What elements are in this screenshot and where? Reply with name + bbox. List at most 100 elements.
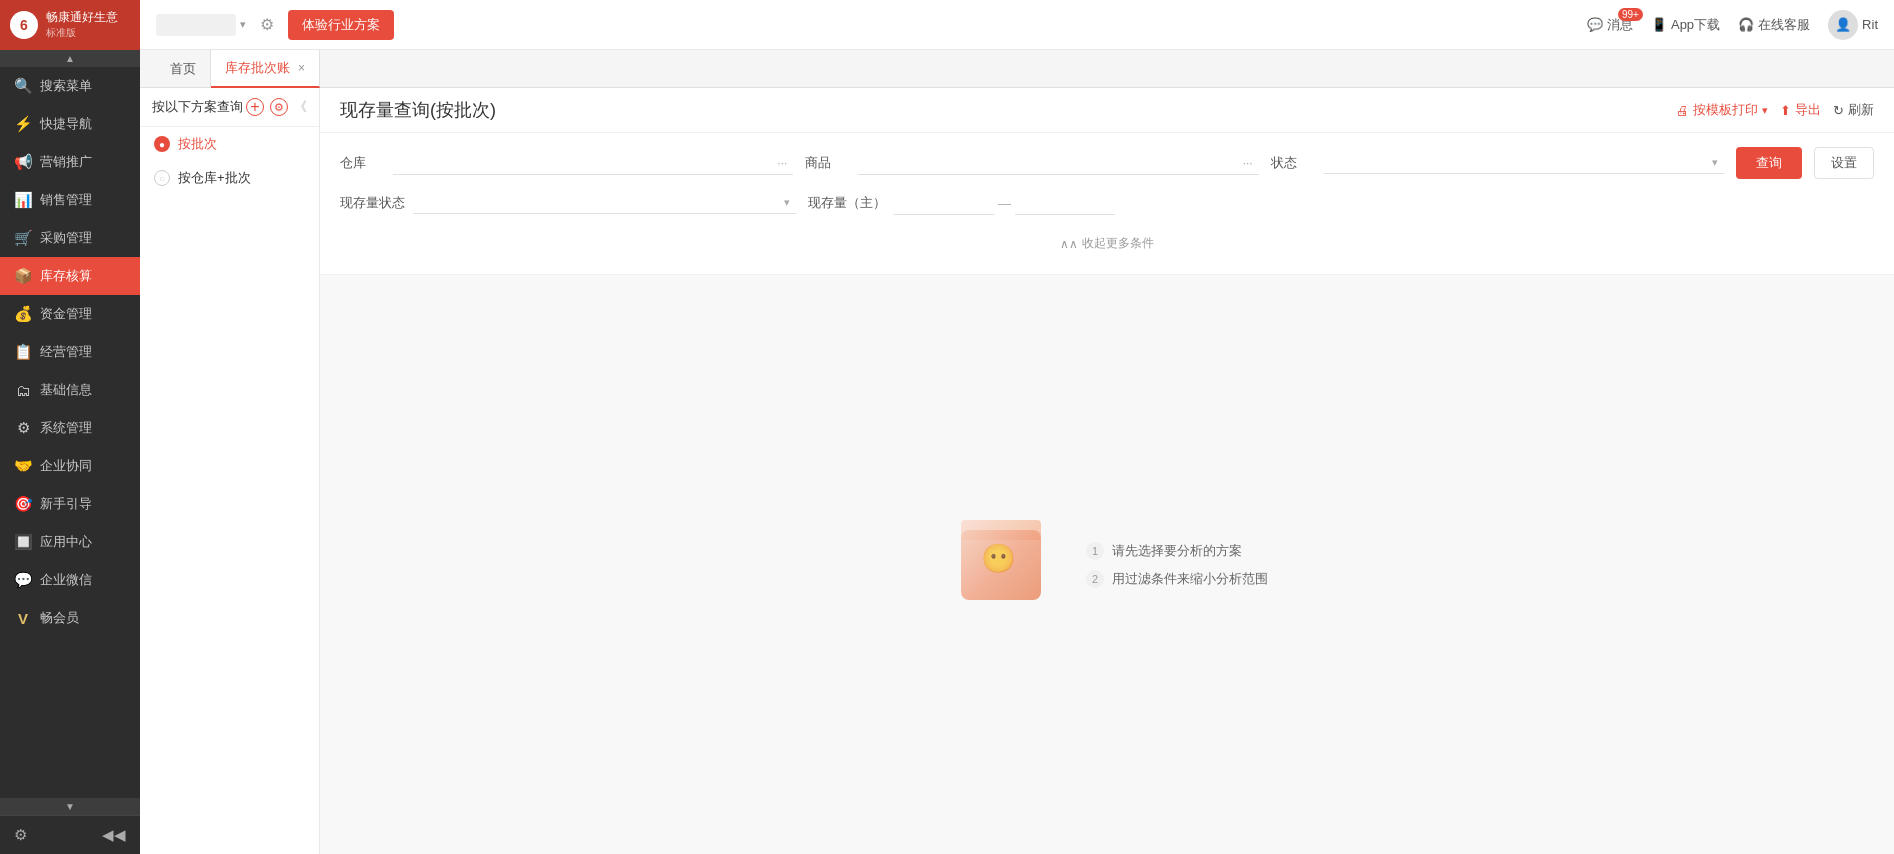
status-label: 状态	[1271, 154, 1316, 172]
scheme-dot-inactive: ○	[154, 170, 170, 186]
online-service-btn[interactable]: 🎧 在线客服	[1738, 16, 1810, 34]
scheme-label-warehouse-batch: 按仓库+批次	[178, 169, 251, 187]
empty-state: 😶 1 请先选择要分析的方案 2 用过滤条件来缩小分析范围	[320, 275, 1894, 854]
topbar-gear-icon[interactable]: ⚙	[256, 11, 278, 38]
sidebar-scroll-down[interactable]: ▼	[0, 798, 140, 815]
refresh-btn[interactable]: ↻ 刷新	[1833, 101, 1874, 119]
target-icon: 🎯	[14, 495, 32, 513]
sidebar-item-finance[interactable]: 💰 资金管理	[0, 295, 140, 333]
app-download-label: App下载	[1671, 16, 1720, 34]
sidebar-item-appstore[interactable]: 🔲 应用中心	[0, 523, 140, 561]
sidebar-item-quick-nav[interactable]: ⚡ 快捷导航	[0, 105, 140, 143]
sidebar-item-sales[interactable]: 📊 销售管理	[0, 181, 140, 219]
goods-more-icon[interactable]: ···	[1243, 156, 1253, 170]
sidebar-item-basic[interactable]: 🗂 基础信息	[0, 371, 140, 409]
sidebar-item-label: 系统管理	[40, 419, 92, 437]
folder-icon: 🗂	[14, 381, 32, 399]
topbar: ▾ ⚙ 体验行业方案 💬 消息 99+ 📱 App下载 🎧 在线客服 👤	[140, 0, 1894, 50]
goods-input[interactable]	[864, 155, 1242, 170]
scheme-dot-active: ●	[154, 136, 170, 152]
query-btn[interactable]: 查询	[1736, 147, 1802, 179]
user-avatar-btn[interactable]: 👤 Rit	[1828, 10, 1878, 40]
tab-home[interactable]: 首页	[156, 50, 211, 88]
filter-status: 状态 ▾	[1271, 152, 1724, 174]
export-btn[interactable]: ⬆ 导出	[1780, 101, 1821, 119]
settings-scheme-icon[interactable]: ⚙	[270, 98, 288, 116]
topbar-dropdown-icon[interactable]: ▾	[240, 18, 246, 31]
sidebar-item-member[interactable]: V 畅会员	[0, 599, 140, 637]
sidebar-item-label: 新手引导	[40, 495, 92, 513]
add-scheme-icon[interactable]: +	[246, 98, 264, 116]
goods-input-wrapper: ···	[858, 151, 1258, 175]
empty-tips: 1 请先选择要分析的方案 2 用过滤条件来缩小分析范围	[1086, 542, 1268, 588]
goods-label: 商品	[805, 154, 850, 172]
tip-number-2: 2	[1086, 570, 1104, 588]
filter-area: 仓库 ··· 商品 ···	[320, 133, 1894, 275]
headset-icon: 🎧	[1738, 17, 1754, 32]
warehouse-input[interactable]	[399, 155, 777, 170]
collapse-more-btn[interactable]: ∧∧ 收起更多条件	[340, 227, 1874, 260]
app-download-btn[interactable]: 📱 App下载	[1651, 16, 1720, 34]
page-header-actions: 🖨 按模板打印 ▾ ⬆ 导出 ↻ 刷新	[1676, 101, 1874, 119]
print-label: 按模板打印	[1693, 101, 1758, 119]
app-name: 畅康通好生意	[46, 10, 118, 26]
sidebar-item-system[interactable]: ⚙ 系统管理	[0, 409, 140, 447]
sidebar-item-marketing[interactable]: 📢 营销推广	[0, 143, 140, 181]
topbar-search-input[interactable]	[156, 14, 236, 36]
stock-amount-to-input[interactable]	[1015, 191, 1115, 215]
sidebar-item-enterprise[interactable]: 🤝 企业协同	[0, 447, 140, 485]
export-label: 导出	[1795, 101, 1821, 119]
sidebar-item-operation[interactable]: 📋 经营管理	[0, 333, 140, 371]
clipboard-icon: 📋	[14, 343, 32, 361]
sidebar-item-label: 库存核算	[40, 267, 92, 285]
message-icon: 💬	[1587, 17, 1603, 32]
sidebar-item-label: 基础信息	[40, 381, 92, 399]
sidebar-item-label: 畅会员	[40, 609, 79, 627]
collapse-sidebar-icon[interactable]: ◀◀	[102, 826, 126, 844]
tab-inventory-batch[interactable]: 库存批次账 ×	[211, 50, 320, 88]
content-area: 按以下方案查询 + ⚙ 《 ● 按批次 ○ 按仓库+批次 现存量查询(按批次)	[140, 88, 1894, 854]
warehouse-more-icon[interactable]: ···	[777, 156, 787, 170]
sidebar-item-label: 资金管理	[40, 305, 92, 323]
sidebar-item-label: 销售管理	[40, 191, 92, 209]
message-btn[interactable]: 💬 消息 99+	[1587, 16, 1633, 34]
settings-filter-btn[interactable]: 设置	[1814, 147, 1874, 179]
money-icon: 💰	[14, 305, 32, 323]
stock-status-select[interactable]: ▾	[413, 192, 796, 214]
print-btn[interactable]: 🖨 按模板打印 ▾	[1676, 101, 1768, 119]
box-face-icon: 😶	[981, 542, 1016, 575]
sidebar-item-wechat[interactable]: 💬 企业微信	[0, 561, 140, 599]
search-icon: 🔍	[14, 77, 32, 95]
sidebar-item-purchase[interactable]: 🛒 采购管理	[0, 219, 140, 257]
grid-icon: 🔲	[14, 533, 32, 551]
avatar: 👤	[1828, 10, 1858, 40]
experience-btn[interactable]: 体验行业方案	[288, 10, 394, 40]
sidebar-footer: ⚙ ◀◀	[0, 815, 140, 854]
filter-row-2: 现存量状态 ▾ 现存量（主） —	[340, 191, 1874, 215]
sidebar-item-search[interactable]: 🔍 搜索菜单	[0, 67, 140, 105]
sidebar-scroll-up[interactable]: ▲	[0, 50, 140, 67]
status-select[interactable]: ▾	[1324, 152, 1724, 174]
sidebar-item-label: 企业协同	[40, 457, 92, 475]
sidebar-item-label: 应用中心	[40, 533, 92, 551]
print-dropdown-icon[interactable]: ▾	[1762, 104, 1768, 117]
tip-text-1: 请先选择要分析的方案	[1112, 542, 1242, 560]
tip-number-1: 1	[1086, 542, 1104, 560]
online-service-label: 在线客服	[1758, 16, 1810, 34]
scheme-item-warehouse-batch[interactable]: ○ 按仓库+批次	[140, 161, 319, 195]
collapse-more-label: 收起更多条件	[1082, 235, 1154, 252]
stock-amount-dash: —	[994, 196, 1015, 211]
sidebar-item-label: 搜索菜单	[40, 77, 92, 95]
left-panel-collapse-icon[interactable]: 《	[294, 98, 307, 116]
stock-amount-label: 现存量（主）	[808, 194, 886, 212]
sidebar-item-label: 快捷导航	[40, 115, 92, 133]
stock-amount-from-input[interactable]	[894, 191, 994, 215]
settings-footer-icon[interactable]: ⚙	[14, 826, 27, 844]
sidebar-item-guide[interactable]: 🎯 新手引导	[0, 485, 140, 523]
scheme-item-batch[interactable]: ● 按批次	[140, 127, 319, 161]
tab-close-icon[interactable]: ×	[298, 61, 305, 75]
topbar-search-wrapper: ▾	[156, 14, 246, 36]
sidebar-item-inventory[interactable]: 📦 库存核算	[0, 257, 140, 295]
megaphone-icon: 📢	[14, 153, 32, 171]
lightning-icon: ⚡	[14, 115, 32, 133]
